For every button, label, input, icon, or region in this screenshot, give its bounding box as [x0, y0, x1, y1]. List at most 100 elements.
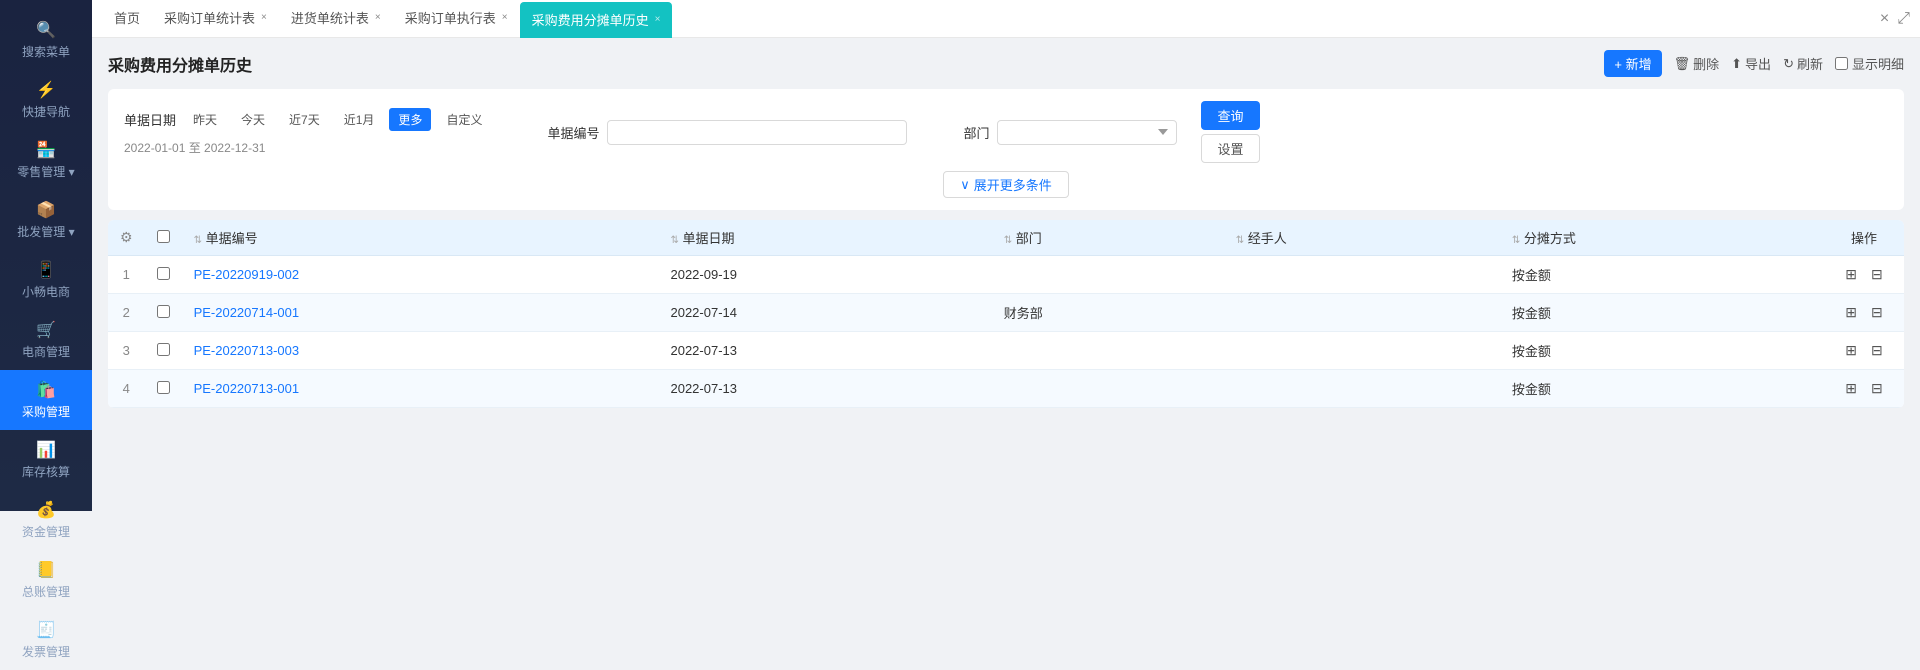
row-action-1: ⊞ ⊟: [1824, 256, 1904, 294]
date-btn-more[interactable]: 更多: [389, 108, 431, 131]
row-num-1: 1: [108, 256, 145, 294]
tab-label-inbound-stats: 进货单统计表: [291, 8, 369, 27]
edit-icon-2[interactable]: ⊞: [1841, 302, 1861, 323]
date-btn-yesterday[interactable]: 昨天: [184, 108, 226, 131]
table-row: 3 PE-20220713-003 2022-07-13 按金额 ⊞ ⊟: [108, 332, 1904, 370]
show-cols-checkbox[interactable]: [1835, 57, 1848, 70]
tab-label-home: 首页: [114, 8, 140, 27]
sidebar-item-ledger[interactable]: 📒总账管理: [0, 550, 92, 610]
delete-row-icon-3[interactable]: ⊟: [1867, 340, 1887, 361]
th-dept: ⇅ 部门: [992, 220, 1224, 256]
tab-close-purchase-fee-split[interactable]: ×: [655, 14, 661, 25]
th-handler: ⇅ 经手人: [1224, 220, 1500, 256]
th-split-method: ⇅ 分摊方式: [1500, 220, 1824, 256]
close-icon[interactable]: ×: [1880, 10, 1889, 28]
row-checkbox-1[interactable]: [145, 256, 182, 294]
tab-purchase-order-stats[interactable]: 采购订单统计表×: [152, 0, 279, 38]
table-container: ⚙ ⇅ 单据编号 ⇅ 单据日期: [108, 220, 1904, 408]
sidebar-item-invoice[interactable]: 🧾 发票管理: [0, 610, 92, 670]
dept-select[interactable]: 财务部: [997, 120, 1177, 145]
tab-close-purchase-order-exec[interactable]: ×: [502, 12, 508, 23]
select-all-checkbox[interactable]: [157, 230, 170, 243]
table-body: 1 PE-20220919-002 2022-09-19 按金额 ⊞ ⊟ 2 P…: [108, 256, 1904, 408]
delete-button[interactable]: 🗑 删除: [1674, 54, 1720, 73]
row-doc-no-2: PE-20220714-001: [182, 294, 659, 332]
row-select-2[interactable]: [157, 305, 170, 318]
refresh-button[interactable]: ↻ 刷新: [1783, 54, 1823, 73]
th-settings[interactable]: ⚙: [108, 220, 145, 256]
search-button[interactable]: 查询: [1201, 101, 1259, 130]
row-checkbox-3[interactable]: [145, 332, 182, 370]
delete-row-icon-4[interactable]: ⊟: [1867, 378, 1887, 399]
toolbar: + 新增 🗑 删除 ⬆ 导出 ↻ 刷新 显示明细: [1604, 50, 1904, 77]
add-button[interactable]: + 新增: [1604, 50, 1661, 77]
maximize-icon[interactable]: ⤢: [1897, 10, 1910, 28]
sidebar-item-inventory[interactable]: 📊库存核算: [0, 430, 92, 490]
row-split-1: 按金额: [1500, 256, 1824, 294]
doc-no-input[interactable]: [607, 120, 907, 145]
date-btn-custom[interactable]: 自定义: [437, 108, 491, 131]
date-btn-today[interactable]: 今天: [232, 108, 274, 131]
sidebar-item-ecommerce[interactable]: 🛒电商管理: [0, 310, 92, 370]
row-checkbox-2[interactable]: [145, 294, 182, 332]
row-date-1: 2022-09-19: [658, 256, 991, 294]
settings-gear-icon[interactable]: ⚙: [120, 229, 133, 245]
edit-icon-4[interactable]: ⊞: [1841, 378, 1861, 399]
row-dept-4: [992, 370, 1224, 408]
sort-icon: ⇅: [194, 235, 202, 246]
sidebar-item-finance[interactable]: 💰资金管理: [0, 490, 92, 550]
sidebar-label-invoice: 发票管理: [22, 645, 70, 659]
doc-link-2[interactable]: PE-20220714-001: [194, 305, 300, 320]
tab-close-purchase-order-stats[interactable]: ×: [261, 12, 267, 23]
sidebar-item-wholesale[interactable]: 📦批发管理 ▾: [0, 190, 92, 250]
sidebar-item-retail[interactable]: 🏪零售管理 ▾: [0, 130, 92, 190]
th-checkbox[interactable]: [145, 220, 182, 256]
sidebar-label-finance: 资金管理: [22, 525, 70, 539]
tab-label-purchase-order-exec: 采购订单执行表: [405, 8, 496, 27]
sort-date-icon: ⇅: [670, 235, 678, 246]
date-btn-1month[interactable]: 近1月: [335, 108, 384, 131]
export-button[interactable]: ⬆ 导出: [1731, 54, 1771, 73]
delete-icon: 🗑: [1674, 56, 1691, 72]
row-action-2: ⊞ ⊟: [1824, 294, 1904, 332]
expand-more-button[interactable]: ∨ 展开更多条件: [943, 171, 1069, 198]
dept-filter-group: 部门 财务部: [963, 120, 1177, 145]
row-select-1[interactable]: [157, 267, 170, 280]
sidebar-item-purchase[interactable]: 🛍️采购管理: [0, 370, 92, 430]
invoice-icon: 🧾: [5, 620, 87, 640]
edit-icon-3[interactable]: ⊞: [1841, 340, 1861, 361]
tab-close-inbound-stats[interactable]: ×: [375, 12, 381, 23]
row-select-3[interactable]: [157, 343, 170, 356]
tab-inbound-stats[interactable]: 进货单统计表 ×: [279, 0, 393, 38]
tab-purchase-order-exec[interactable]: 采购订单执行表 ×: [393, 0, 520, 38]
main-content: 首页采购订单统计表×进货单统计表×采购订单执行表×采购费用分摊单历史× × ⤢ …: [92, 0, 1920, 511]
sidebar-label-ledger: 总账管理: [22, 585, 70, 599]
sidebar-item-search[interactable]: 🔍搜索菜单: [0, 10, 92, 70]
sidebar-label-purchase: 采购管理: [22, 405, 70, 419]
date-filter-top: 单据日期 昨天 今天 近7天 近1月 更多 自定义: [124, 108, 491, 131]
doc-link-1[interactable]: PE-20220919-002: [194, 267, 300, 282]
row-num-3: 3: [108, 332, 145, 370]
date-options: 昨天 今天 近7天 近1月 更多 自定义: [184, 108, 491, 131]
doc-link-3[interactable]: PE-20220713-003: [194, 343, 300, 358]
sidebar-item-quick[interactable]: ⚡快捷导航: [0, 70, 92, 130]
tab-home[interactable]: 首页: [102, 0, 152, 38]
row-checkbox-4[interactable]: [145, 370, 182, 408]
row-doc-no-3: PE-20220713-003: [182, 332, 659, 370]
tab-purchase-fee-split[interactable]: 采购费用分摊单历史×: [520, 2, 673, 40]
edit-icon-1[interactable]: ⊞: [1841, 264, 1861, 285]
row-date-2: 2022-07-14: [658, 294, 991, 332]
row-num-4: 4: [108, 370, 145, 408]
expand-label: 展开更多条件: [974, 175, 1052, 194]
th-action: 操作: [1824, 220, 1904, 256]
delete-row-icon-2[interactable]: ⊟: [1867, 302, 1887, 323]
row-doc-no-4: PE-20220713-001: [182, 370, 659, 408]
show-cols-toggle[interactable]: 显示明细: [1835, 54, 1904, 73]
sidebar-item-miniapp[interactable]: 📱小畅电商: [0, 250, 92, 310]
table-row: 4 PE-20220713-001 2022-07-13 按金额 ⊞ ⊟: [108, 370, 1904, 408]
doc-link-4[interactable]: PE-20220713-001: [194, 381, 300, 396]
delete-row-icon-1[interactable]: ⊟: [1867, 264, 1887, 285]
row-select-4[interactable]: [157, 381, 170, 394]
settings-button[interactable]: 设置: [1201, 134, 1259, 163]
date-btn-7days[interactable]: 近7天: [280, 108, 329, 131]
